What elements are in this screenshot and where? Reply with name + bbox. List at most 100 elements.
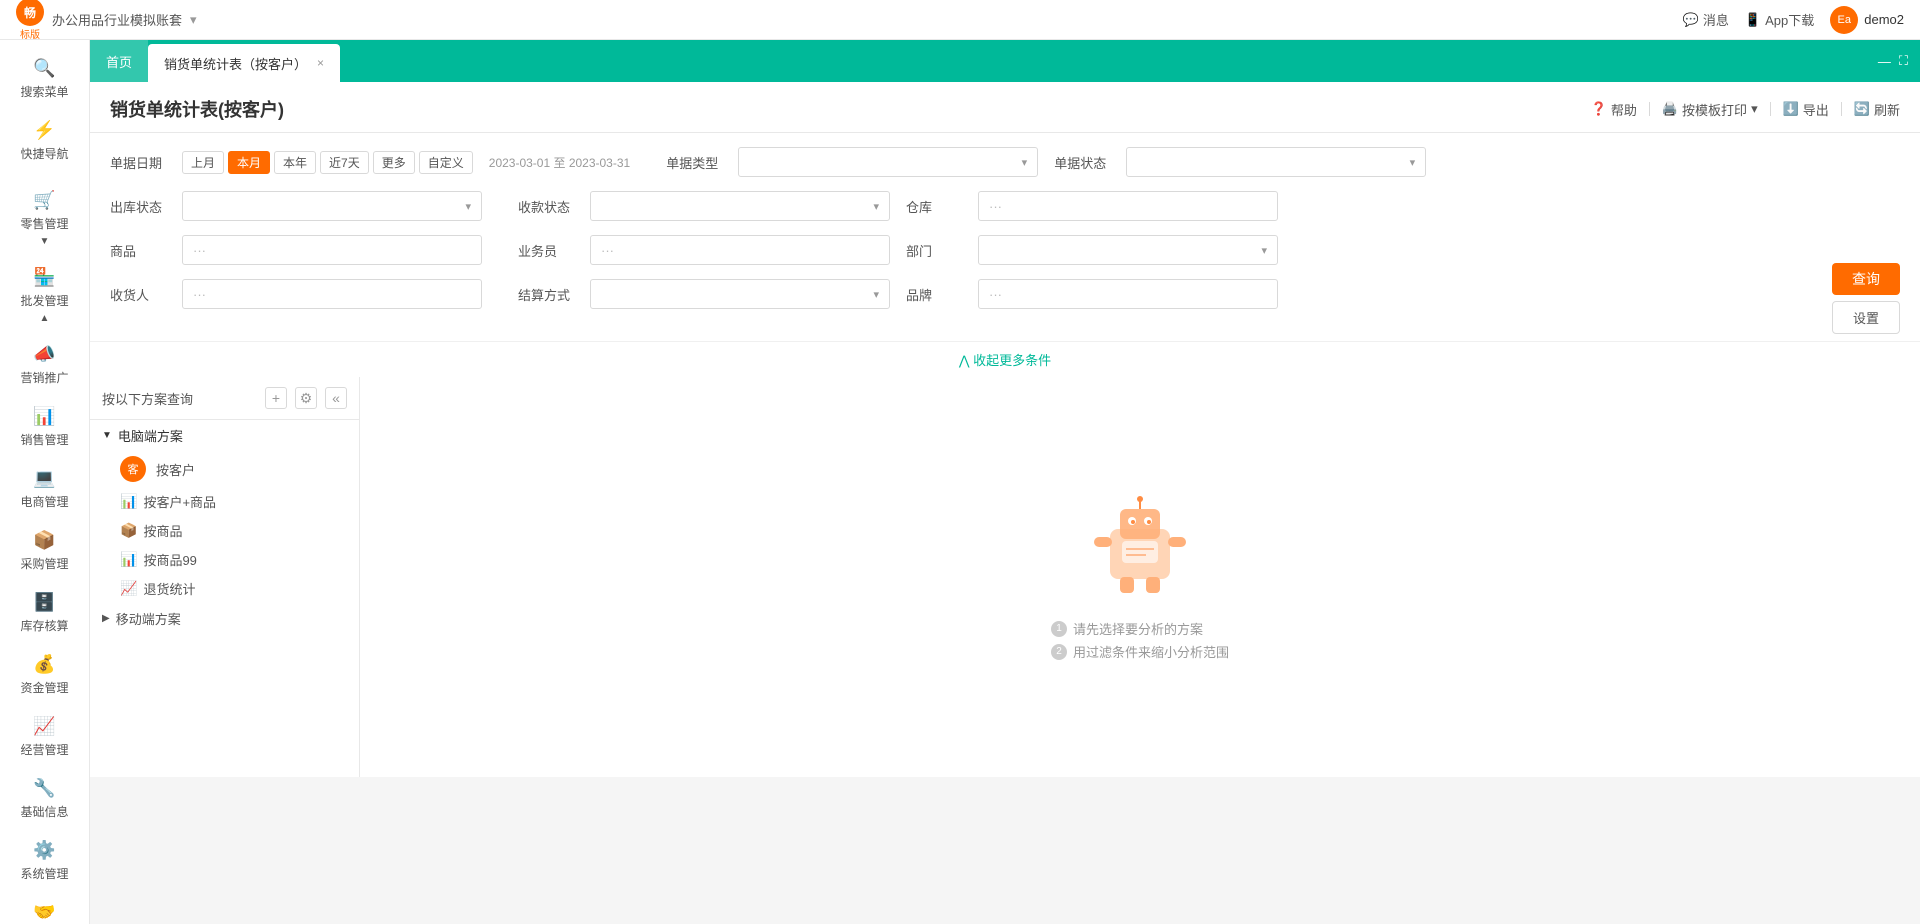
left-panel-header: 按以下方案查询 + ⚙ « xyxy=(90,377,359,420)
page-header: 销货单统计表(按客户) ❓ 帮助 🖨️ 按模板打印 ▾ xyxy=(90,82,1920,133)
sidebar-item-retail[interactable]: 🛒 零售管理 ▼ xyxy=(0,180,89,257)
tip-num-2: 2 xyxy=(1051,644,1067,660)
query-button[interactable]: 查询 xyxy=(1832,263,1900,295)
dept-dropdown-icon: ▾ xyxy=(1261,244,1267,257)
gear-icon: ⚙ xyxy=(300,390,313,407)
tab-active[interactable]: 销货单统计表（按客户） × xyxy=(148,44,340,82)
print-button[interactable]: 🖨️ 按模板打印 ▾ xyxy=(1662,100,1758,119)
window-controls: — ⛶ xyxy=(1878,40,1920,82)
restore-icon[interactable]: — xyxy=(1878,54,1891,69)
tree-item-product99[interactable]: 📊 按商品99 xyxy=(90,545,359,574)
refresh-button[interactable]: 🔄 刷新 xyxy=(1854,100,1900,119)
sidebar-item-ecommerce[interactable]: 💻 电商管理 xyxy=(0,458,89,520)
doc-status-select[interactable]: ▾ xyxy=(1126,147,1426,177)
sidebar-item-wholesale[interactable]: 🏪 批发管理 ▲ xyxy=(0,257,89,334)
sidebar-item-inventory[interactable]: 🗄️ 库存核算 xyxy=(0,582,89,644)
sidebar-item-basic[interactable]: 🔧 基础信息 xyxy=(0,768,89,830)
app-title: 办公用品行业模拟账套 xyxy=(52,10,182,29)
department-select[interactable]: ▾ xyxy=(978,235,1278,265)
date-btn-more[interactable]: 更多 xyxy=(373,151,415,174)
tip-1: 1 请先选择要分析的方案 xyxy=(1051,619,1229,638)
user-menu[interactable]: Ea demo2 xyxy=(1830,6,1904,34)
sidebar-item-search[interactable]: 🔍 搜索菜单 xyxy=(0,48,89,110)
active-tab-label: 销货单统计表（按客户） xyxy=(164,54,307,73)
date-btn-this-month[interactable]: 本月 xyxy=(228,151,270,174)
tip-num-1: 1 xyxy=(1051,621,1067,637)
brand-select[interactable]: ··· xyxy=(978,279,1278,309)
date-btn-7days[interactable]: 近7天 xyxy=(320,151,369,174)
empty-state: 1 请先选择要分析的方案 2 用过滤条件来缩小分析范围 xyxy=(1051,489,1229,665)
tree-item-by-customer[interactable]: 客 按客户 xyxy=(90,451,359,487)
sidebar-item-sales[interactable]: 📊 销售管理 xyxy=(0,396,89,458)
salesman-select[interactable]: ··· xyxy=(590,235,890,265)
title-dropdown-icon[interactable]: ▾ xyxy=(190,12,197,28)
sidebar-label-shortcut: 快捷导航 xyxy=(20,145,68,162)
message-icon: 💬 xyxy=(1683,12,1699,28)
tree-item-customer-product[interactable]: 📊 按客户+商品 xyxy=(90,487,359,516)
tab-home[interactable]: 首页 xyxy=(90,40,148,82)
filter-row-1: 单据日期 上月 本月 本年 近7天 更多 自定义 2023-03-01 至 20… xyxy=(110,147,1900,177)
app-download-button[interactable]: 📱 App下载 xyxy=(1745,10,1814,29)
filter-row-2: 出库状态 ▾ 收款状态 ▾ 仓库 xyxy=(110,191,1900,221)
operation-icon: 📈 xyxy=(33,716,55,737)
sidebar-label-retail: 零售管理 xyxy=(20,215,68,232)
page-title: 销货单统计表(按客户) xyxy=(110,96,284,122)
tab-close-button[interactable]: × xyxy=(317,56,324,70)
sidebar-item-system[interactable]: ⚙️ 系统管理 xyxy=(0,830,89,892)
sidebar-item-enterprise[interactable]: 🤝 企业协同 xyxy=(0,892,89,924)
product99-label: 按商品99 xyxy=(143,550,196,569)
settings-scheme-button[interactable]: ⚙ xyxy=(295,387,317,409)
add-scheme-button[interactable]: + xyxy=(265,387,287,409)
sidebar-item-marketing[interactable]: 📣 营销推广 xyxy=(0,334,89,396)
sidebar-item-finance[interactable]: 💰 资金管理 xyxy=(0,644,89,706)
mobile-section-label: 移动端方案 xyxy=(116,609,181,628)
warehouse-select[interactable]: ··· xyxy=(978,191,1278,221)
sidebar-label-inventory: 库存核算 xyxy=(20,617,68,634)
main-split: 按以下方案查询 + ⚙ « xyxy=(90,377,1920,777)
tree-item-refund[interactable]: 📈 退货统计 xyxy=(90,574,359,603)
export-button[interactable]: ⬇️ 导出 xyxy=(1783,100,1829,119)
date-btn-custom[interactable]: 自定义 xyxy=(419,151,473,174)
filter-row-3: 商品 ··· 业务员 ··· 部门 xyxy=(110,235,1900,265)
collapse-bar[interactable]: ⋀ 收起更多条件 xyxy=(90,341,1920,377)
collapse-icon-left: « xyxy=(332,390,340,406)
help-icon: ❓ xyxy=(1591,101,1607,117)
active-item-circle: 客 xyxy=(120,456,146,482)
out-status-select[interactable]: ▾ xyxy=(182,191,482,221)
settlement-label: 结算方式 xyxy=(518,285,574,304)
department-label: 部门 xyxy=(906,241,962,260)
sidebar-label-finance: 资金管理 xyxy=(20,679,68,696)
filter-row-4: 收货人 ··· 结算方式 ▾ 品牌 xyxy=(110,279,1900,309)
collapse-panel-button[interactable]: « xyxy=(325,387,347,409)
sidebar-item-shortcut[interactable]: ⚡ 快捷导航 xyxy=(0,110,89,172)
doc-type-select[interactable]: ▾ xyxy=(738,147,1038,177)
wholesale-expand-icon: ▲ xyxy=(40,313,50,324)
date-btn-this-year[interactable]: 本年 xyxy=(274,151,316,174)
sidebar-label-operation: 经营管理 xyxy=(20,741,68,758)
payment-status-select[interactable]: ▾ xyxy=(590,191,890,221)
settlement-select[interactable]: ▾ xyxy=(590,279,890,309)
doc-status-label: 单据状态 xyxy=(1054,153,1110,172)
tree-item-product[interactable]: 📦 按商品 xyxy=(90,516,359,545)
enterprise-icon: 🤝 xyxy=(33,902,55,923)
product-select[interactable]: ··· xyxy=(182,235,482,265)
tree-section-mobile[interactable]: ▶ 移动端方案 xyxy=(90,603,359,634)
message-button[interactable]: 💬 消息 xyxy=(1683,10,1729,29)
maximize-icon[interactable]: ⛶ xyxy=(1899,53,1908,69)
tree-section-desktop[interactable]: ▼ 电脑端方案 xyxy=(90,420,359,451)
filter-wrapper: 单据日期 上月 本月 本年 近7天 更多 自定义 2023-03-01 至 20… xyxy=(90,133,1920,377)
sidebar-item-operation[interactable]: 📈 经营管理 xyxy=(0,706,89,768)
prod-icon: 📦 xyxy=(120,522,137,539)
desktop-expand-icon: ▼ xyxy=(102,430,112,441)
export-icon: ⬇️ xyxy=(1783,101,1799,117)
receiver-select[interactable]: ··· xyxy=(182,279,482,309)
sidebar-item-purchase[interactable]: 📦 采购管理 xyxy=(0,520,89,582)
logo-icon: 畅 xyxy=(16,0,44,26)
download-icon: 📱 xyxy=(1745,12,1761,28)
shortcut-icon: ⚡ xyxy=(33,120,55,141)
date-buttons: 上月 本月 本年 近7天 更多 自定义 xyxy=(182,151,473,174)
sidebar-label-search: 搜索菜单 xyxy=(20,83,68,100)
settings-button[interactable]: 设置 xyxy=(1832,301,1900,334)
date-btn-last-month[interactable]: 上月 xyxy=(182,151,224,174)
help-button[interactable]: ❓ 帮助 xyxy=(1591,100,1637,119)
